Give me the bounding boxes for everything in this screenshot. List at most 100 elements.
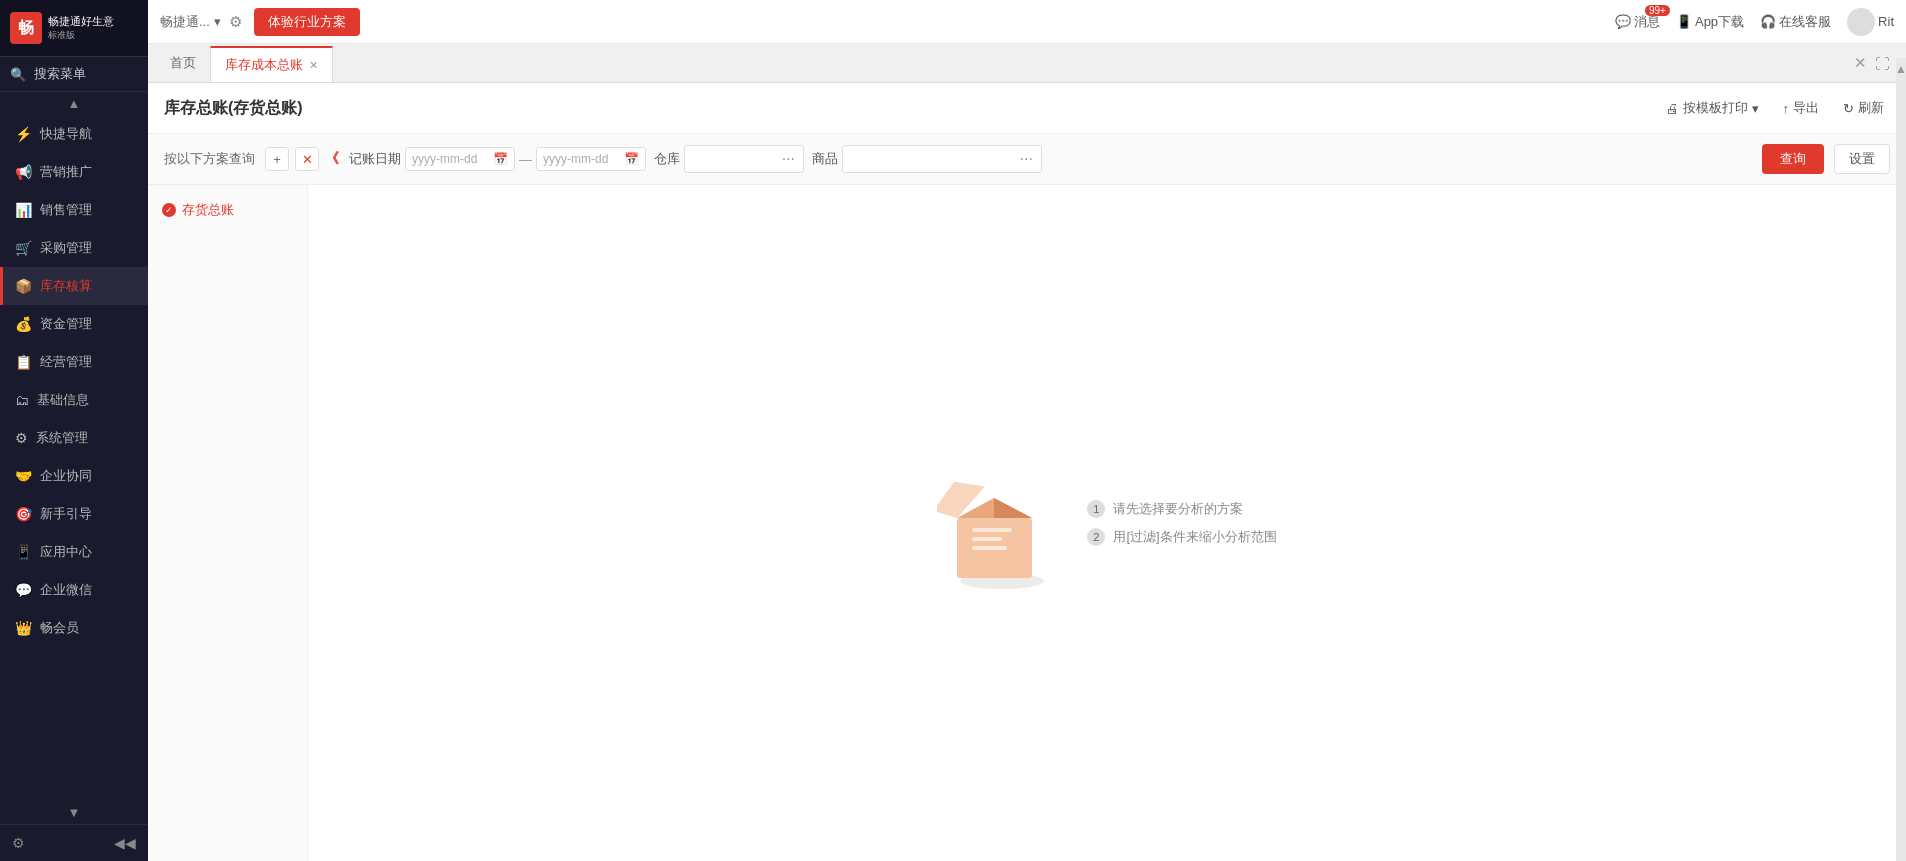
- date-end-placeholder: yyyy-mm-dd: [543, 152, 608, 166]
- filter-add-button[interactable]: +: [265, 147, 289, 171]
- sidebar-scroll-down[interactable]: ▼: [0, 801, 148, 824]
- online-service-button[interactable]: 🎧 在线客服: [1760, 13, 1831, 31]
- empty-hint-2: 2 用[过滤]条件来缩小分析范围: [1087, 528, 1276, 546]
- tab-home-label: 首页: [170, 54, 196, 72]
- filter-label: 按以下方案查询: [164, 150, 255, 168]
- content-area: 库存总账(存货总账) 🖨 按模板打印 ▾ ↑ 导出 ↻ 刷新 按以下方案查询: [148, 83, 1906, 861]
- sidebar-item-basic-info[interactable]: 🗂 基础信息: [0, 381, 148, 419]
- sidebar-item-label: 基础信息: [37, 391, 89, 409]
- operations-icon: 📋: [15, 354, 32, 370]
- filter-fields: 记账日期 yyyy-mm-dd 📅 — yyyy-mm-dd 📅 仓库: [349, 145, 1752, 173]
- sidebar-search[interactable]: 🔍 搜索菜单: [0, 57, 148, 92]
- scheme-panel: ✓ 存货总账: [148, 185, 1906, 861]
- sidebar-footer: ⚙ ◀◀: [0, 824, 148, 861]
- filter-delete-button[interactable]: ✕: [295, 147, 319, 171]
- sidebar-item-app-center[interactable]: 📱 应用中心: [0, 533, 148, 571]
- sidebar-item-label: 资金管理: [40, 315, 92, 333]
- filter-bar: 按以下方案查询 + ✕ 《 记账日期 yyyy-mm-dd 📅 — yyyy-m…: [148, 134, 1906, 185]
- main-area: 畅捷通... ▾ ⚙ 体验行业方案 💬 消息 99+ 📱 App下载 🎧 在线客…: [148, 0, 1906, 861]
- svg-marker-3: [994, 498, 1032, 518]
- sidebar-logo: 畅 畅捷通好生意 标准版: [0, 0, 148, 57]
- hint-num-1: 1: [1087, 500, 1105, 518]
- sales-icon: 📊: [15, 202, 32, 218]
- filter-collapse-button[interactable]: 《: [325, 150, 339, 168]
- app-download-label: App下载: [1695, 13, 1744, 31]
- sidebar-item-sales[interactable]: 📊 销售管理: [0, 191, 148, 229]
- sidebar-search-label: 搜索菜单: [34, 65, 86, 83]
- tab-close-panel-icon[interactable]: ✕: [1854, 54, 1867, 72]
- settings-button[interactable]: 设置: [1834, 144, 1890, 174]
- sidebar-item-member[interactable]: 👑 畅会员: [0, 609, 148, 647]
- sidebar-settings-icon[interactable]: ⚙: [12, 835, 25, 851]
- refresh-button[interactable]: ↻ 刷新: [1837, 95, 1890, 121]
- tab-inventory-cost-label: 库存成本总账: [225, 56, 303, 74]
- trial-button[interactable]: 体验行业方案: [254, 8, 360, 36]
- hint-text-1: 请先选择要分析的方案: [1113, 500, 1243, 518]
- sidebar-item-enterprise[interactable]: 🤝 企业协同: [0, 457, 148, 495]
- app-download-button[interactable]: 📱 App下载: [1676, 13, 1744, 31]
- sidebar-item-label: 库存核算: [40, 277, 92, 295]
- breadcrumb-text: 畅捷通...: [160, 13, 210, 31]
- sidebar-item-finance[interactable]: 💰 资金管理: [0, 305, 148, 343]
- print-button[interactable]: 🖨 按模板打印 ▾: [1660, 95, 1765, 121]
- wechat-icon: 💬: [15, 582, 32, 598]
- sidebar-item-system[interactable]: ⚙ 系统管理: [0, 419, 148, 457]
- tab-home[interactable]: 首页: [156, 46, 210, 80]
- scroll-up-arrow[interactable]: ▲: [1891, 58, 1906, 80]
- date-end-input[interactable]: yyyy-mm-dd 📅: [536, 147, 646, 171]
- empty-illustration: [937, 463, 1057, 583]
- sidebar-item-purchase[interactable]: 🛒 采购管理: [0, 229, 148, 267]
- quick-nav-icon: ⚡: [15, 126, 32, 142]
- sidebar-item-label: 新手引导: [40, 505, 92, 523]
- app-logo-icon: 畅: [10, 12, 42, 44]
- refresh-icon: ↻: [1843, 101, 1854, 116]
- newbie-icon: 🎯: [15, 506, 32, 522]
- query-button[interactable]: 查询: [1762, 144, 1824, 174]
- breadcrumb: 畅捷通... ▾: [160, 13, 221, 31]
- page-title: 库存总账(存货总账): [164, 98, 303, 119]
- sidebar: 畅 畅捷通好生意 标准版 🔍 搜索菜单 ▲ ⚡ 快捷导航 📢 营销推广 📊 销售…: [0, 0, 148, 861]
- goods-label: 商品: [812, 150, 838, 168]
- sidebar-item-label: 畅会员: [40, 619, 79, 637]
- right-scrollbar[interactable]: ▲: [1896, 58, 1906, 861]
- refresh-label: 刷新: [1858, 99, 1884, 117]
- goods-input[interactable]: ···: [842, 145, 1042, 173]
- sidebar-item-newbie[interactable]: 🎯 新手引导: [0, 495, 148, 533]
- sidebar-item-wechat[interactable]: 💬 企业微信: [0, 571, 148, 609]
- sidebar-item-marketing[interactable]: 📢 营销推广: [0, 153, 148, 191]
- app-badge: 标准版: [48, 29, 114, 42]
- topbar: 畅捷通... ▾ ⚙ 体验行业方案 💬 消息 99+ 📱 App下载 🎧 在线客…: [148, 0, 1906, 44]
- page-header-actions: 🖨 按模板打印 ▾ ↑ 导出 ↻ 刷新: [1660, 95, 1891, 121]
- user-menu[interactable]: Rit: [1847, 8, 1894, 36]
- topbar-right: 💬 消息 99+ 📱 App下载 🎧 在线客服 Rit: [1615, 8, 1894, 36]
- sidebar-item-inventory[interactable]: 📦 库存核算: [0, 267, 148, 305]
- calendar-end-icon: 📅: [624, 152, 639, 166]
- warehouse-input[interactable]: ···: [684, 145, 804, 173]
- sidebar-item-operations[interactable]: 📋 经营管理: [0, 343, 148, 381]
- page-header: 库存总账(存货总账) 🖨 按模板打印 ▾ ↑ 导出 ↻ 刷新: [148, 83, 1906, 134]
- tab-expand-icon[interactable]: ⛶: [1875, 55, 1890, 72]
- empty-hint-1: 1 请先选择要分析的方案: [1087, 500, 1276, 518]
- online-service-label: 在线客服: [1779, 13, 1831, 31]
- date-separator: —: [519, 152, 532, 167]
- tab-close-icon[interactable]: ✕: [309, 59, 318, 72]
- app-center-icon: 📱: [15, 544, 32, 560]
- sidebar-item-quick-nav[interactable]: ⚡ 快捷导航: [0, 115, 148, 153]
- topbar-gear-icon[interactable]: ⚙: [229, 13, 242, 31]
- message-button[interactable]: 💬 消息 99+: [1615, 13, 1660, 31]
- goods-field-group: 商品 ···: [812, 145, 1042, 173]
- sidebar-item-label: 营销推广: [40, 163, 92, 181]
- sidebar-item-label: 销售管理: [40, 201, 92, 219]
- export-button[interactable]: ↑ 导出: [1777, 95, 1826, 121]
- scheme-item-inventory[interactable]: ✓ 存货总账: [148, 193, 307, 227]
- warehouse-label: 仓库: [654, 150, 680, 168]
- date-start-placeholder: yyyy-mm-dd: [412, 152, 477, 166]
- svg-rect-6: [972, 537, 1002, 541]
- date-start-input[interactable]: yyyy-mm-dd 📅: [405, 147, 515, 171]
- marketing-icon: 📢: [15, 164, 32, 180]
- sidebar-collapse-icon[interactable]: ◀◀: [114, 835, 136, 851]
- tab-inventory-cost[interactable]: 库存成本总账 ✕: [210, 46, 333, 82]
- app-download-icon: 📱: [1676, 14, 1692, 29]
- breadcrumb-dropdown-icon[interactable]: ▾: [214, 14, 221, 29]
- sidebar-scroll-up[interactable]: ▲: [0, 92, 148, 115]
